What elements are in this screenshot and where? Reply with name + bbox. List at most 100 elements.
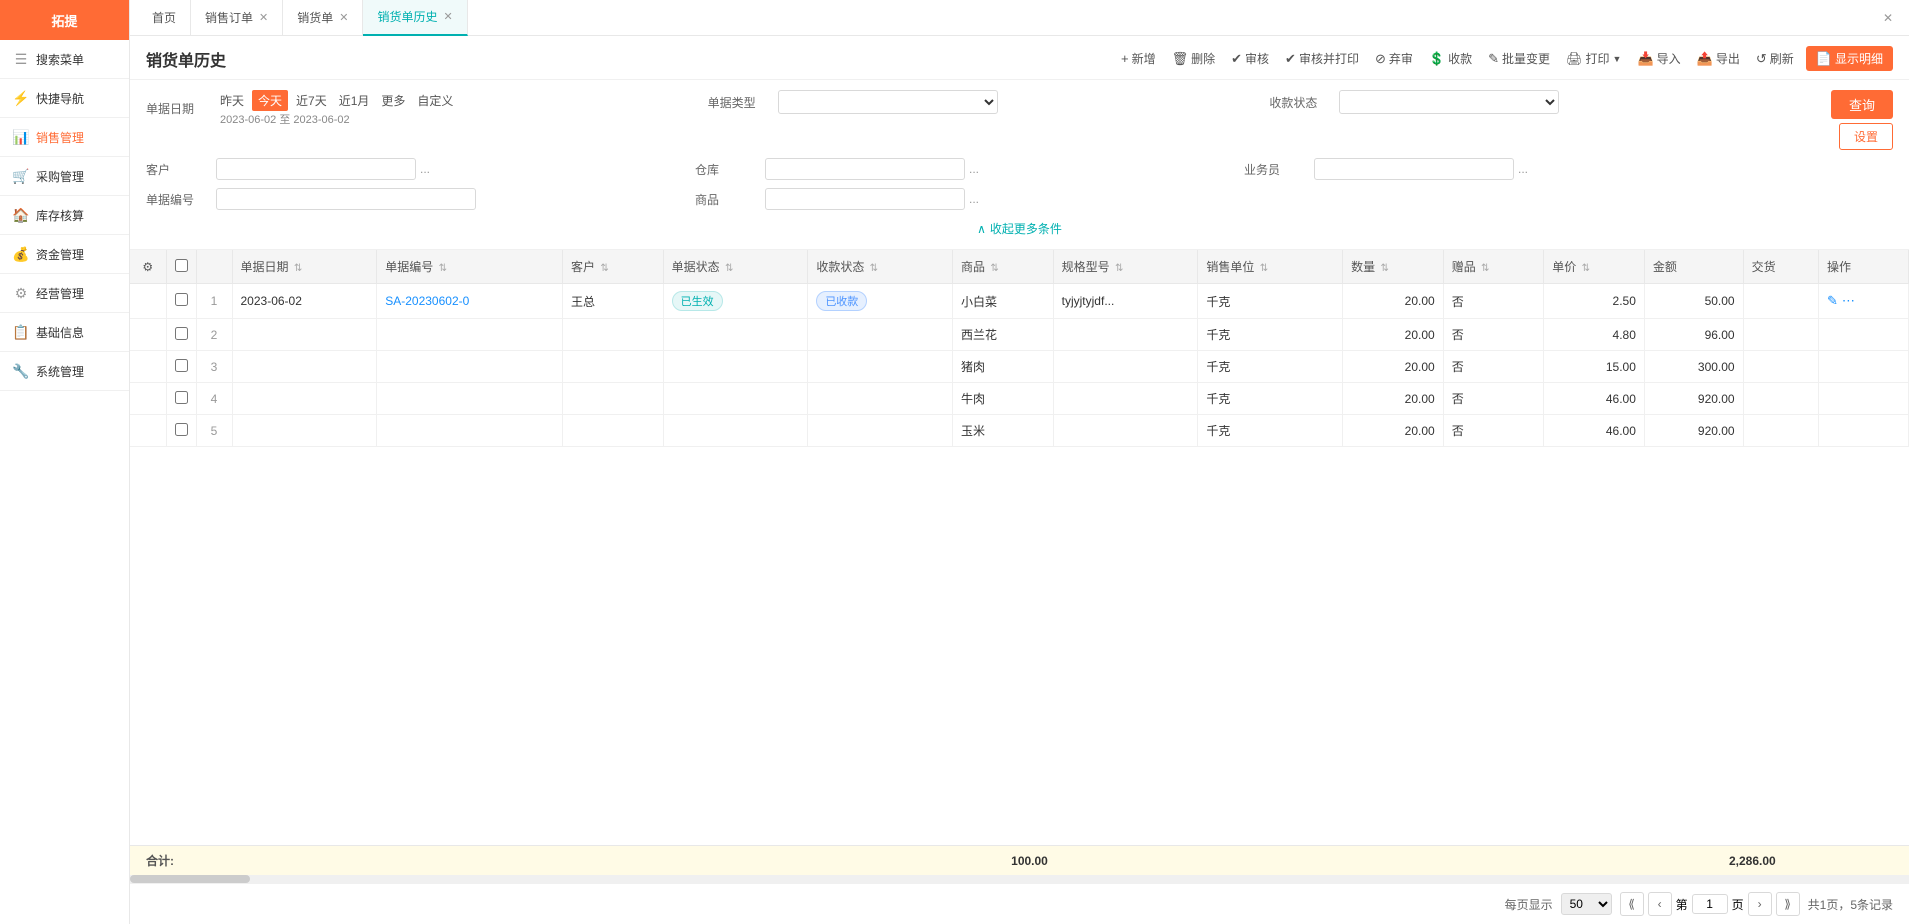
- sort-spec-icon[interactable]: ⇅: [1115, 263, 1123, 274]
- query-button[interactable]: 查询: [1831, 90, 1893, 119]
- scrollbar-thumb[interactable]: [130, 875, 250, 883]
- op-cell[interactable]: [1818, 383, 1908, 415]
- sort-qty-icon[interactable]: ⇅: [1380, 263, 1388, 274]
- col-unit[interactable]: 销售单位 ⇅: [1198, 250, 1343, 284]
- tab-sales-delivery[interactable]: 销货单 ✕: [283, 0, 363, 36]
- collect-button[interactable]: 💲 收款: [1425, 47, 1476, 70]
- sort-customer-icon[interactable]: ⇅: [600, 263, 608, 274]
- first-page-button[interactable]: ⟪: [1620, 892, 1644, 916]
- page-size-select[interactable]: 50 100 200: [1561, 893, 1612, 915]
- op-cell[interactable]: [1818, 351, 1908, 383]
- edit-op-button[interactable]: ✎: [1827, 293, 1838, 308]
- doc-num-cell[interactable]: [377, 383, 563, 415]
- import-button[interactable]: 📥 导入: [1633, 47, 1684, 70]
- table-container[interactable]: ⚙ 单据日期 ⇅ 单据编号 ⇅ 客户 ⇅: [130, 250, 1909, 845]
- setting-button[interactable]: 设置: [1839, 123, 1893, 150]
- doc-num-input[interactable]: [216, 188, 476, 210]
- sort-goods-icon[interactable]: ⇅: [990, 263, 998, 274]
- goods-ellipsis[interactable]: ...: [969, 192, 979, 206]
- col-goods[interactable]: 商品 ⇅: [953, 250, 1054, 284]
- col-doc-status[interactable]: 单据状态 ⇅: [663, 250, 808, 284]
- date-opt-1month[interactable]: 近1月: [335, 90, 374, 111]
- row-checkbox[interactable]: [175, 327, 188, 340]
- sort-unit-price-icon[interactable]: ⇅: [1582, 263, 1590, 274]
- warehouse-ellipsis[interactable]: ...: [969, 162, 979, 176]
- row-checkbox[interactable]: [175, 423, 188, 436]
- refresh-button[interactable]: ↺ 刷新: [1752, 47, 1798, 70]
- col-gift[interactable]: 赠品 ⇅: [1443, 250, 1544, 284]
- sort-gift-icon[interactable]: ⇅: [1481, 263, 1489, 274]
- sort-doc-date-icon[interactable]: ⇅: [294, 263, 302, 274]
- date-opt-more[interactable]: 更多: [377, 90, 409, 111]
- row-checkbox[interactable]: [175, 391, 188, 404]
- checkbox-cell[interactable]: [166, 284, 196, 319]
- checkbox-cell[interactable]: [166, 383, 196, 415]
- print-button[interactable]: 🖨 打印 ▼: [1562, 47, 1625, 70]
- audit-button[interactable]: ✔ 审核: [1227, 47, 1273, 70]
- collect-status-select[interactable]: [1339, 90, 1559, 114]
- page-input[interactable]: [1692, 894, 1728, 914]
- export-button[interactable]: 📤 导出: [1693, 47, 1744, 70]
- sort-doc-status-icon[interactable]: ⇅: [725, 263, 733, 274]
- staff-ellipsis[interactable]: ...: [1518, 162, 1528, 176]
- customer-input[interactable]: [216, 158, 416, 180]
- doc-num-cell[interactable]: [377, 351, 563, 383]
- col-settings[interactable]: ⚙: [130, 250, 166, 284]
- checkbox-cell[interactable]: [166, 319, 196, 351]
- more-op-button[interactable]: ⋯: [1842, 293, 1855, 308]
- date-opt-7days[interactable]: 近7天: [292, 90, 331, 111]
- sidebar-item-inventory[interactable]: 🏠 库存核算: [0, 196, 129, 235]
- select-all-checkbox[interactable]: [175, 259, 188, 272]
- goods-input[interactable]: [765, 188, 965, 210]
- batch-change-button[interactable]: ✎ 批量变更: [1484, 47, 1554, 70]
- abandon-button[interactable]: ⊘ 弃审: [1371, 47, 1417, 70]
- checkbox-cell[interactable]: [166, 351, 196, 383]
- doc-num-link[interactable]: SA-20230602-0: [385, 294, 469, 308]
- tab-sales-history[interactable]: 销货单历史 ✕: [363, 0, 467, 36]
- show-detail-button[interactable]: 📄 显示明细: [1806, 46, 1893, 71]
- next-page-button[interactable]: ›: [1748, 892, 1772, 916]
- col-qty[interactable]: 数量 ⇅: [1343, 250, 1444, 284]
- doc-num-cell[interactable]: [377, 319, 563, 351]
- sidebar-item-purchase-mgmt[interactable]: 🛒 采购管理: [0, 157, 129, 196]
- new-button[interactable]: + 新增: [1117, 47, 1160, 70]
- col-collect-status[interactable]: 收款状态 ⇅: [808, 250, 953, 284]
- audit-print-button[interactable]: ✔ 审核并打印: [1281, 47, 1363, 70]
- sidebar-item-sales-mgmt[interactable]: 📊 销售管理: [0, 118, 129, 157]
- sort-collect-status-icon[interactable]: ⇅: [870, 263, 878, 274]
- sidebar-item-ops-mgmt[interactable]: ⚙ 经营管理: [0, 274, 129, 313]
- sidebar-item-sys-mgmt[interactable]: 🔧 系统管理: [0, 352, 129, 391]
- col-doc-num[interactable]: 单据编号 ⇅: [377, 250, 563, 284]
- col-unit-price[interactable]: 单价 ⇅: [1544, 250, 1645, 284]
- col-doc-date[interactable]: 单据日期 ⇅: [232, 250, 377, 284]
- op-cell[interactable]: [1818, 415, 1908, 447]
- tab-sales-order-close[interactable]: ✕: [259, 11, 268, 24]
- col-spec[interactable]: 规格型号 ⇅: [1053, 250, 1198, 284]
- sort-unit-icon[interactable]: ⇅: [1260, 263, 1268, 274]
- tab-sales-history-close[interactable]: ✕: [444, 10, 453, 23]
- date-opt-custom[interactable]: 自定义: [413, 90, 457, 111]
- tab-home[interactable]: 首页: [138, 0, 191, 36]
- warehouse-input[interactable]: [765, 158, 965, 180]
- tab-sales-delivery-close[interactable]: ✕: [339, 11, 348, 24]
- customer-ellipsis[interactable]: ...: [420, 162, 430, 176]
- date-opt-today[interactable]: 今天: [252, 90, 288, 111]
- doc-type-select[interactable]: [778, 90, 998, 114]
- tab-close-all[interactable]: ✕: [1875, 11, 1901, 25]
- op-cell[interactable]: ✎⋯: [1818, 284, 1908, 319]
- sort-doc-num-icon[interactable]: ⇅: [439, 263, 447, 274]
- op-cell[interactable]: [1818, 319, 1908, 351]
- doc-num-cell[interactable]: [377, 415, 563, 447]
- col-customer[interactable]: 客户 ⇅: [562, 250, 663, 284]
- sidebar-item-quick-nav[interactable]: ⚡ 快捷导航: [0, 79, 129, 118]
- date-opt-yesterday[interactable]: 昨天: [216, 90, 248, 111]
- last-page-button[interactable]: ⟫: [1776, 892, 1800, 916]
- sidebar-item-basic-info[interactable]: 📋 基础信息: [0, 313, 129, 352]
- sidebar-item-finance-mgmt[interactable]: 💰 资金管理: [0, 235, 129, 274]
- tab-sales-order[interactable]: 销售订单 ✕: [191, 0, 283, 36]
- staff-input[interactable]: [1314, 158, 1514, 180]
- checkbox-cell[interactable]: [166, 415, 196, 447]
- col-checkbox[interactable]: [166, 250, 196, 284]
- delete-button[interactable]: 🗑 删除: [1168, 47, 1220, 70]
- prev-page-button[interactable]: ‹: [1648, 892, 1672, 916]
